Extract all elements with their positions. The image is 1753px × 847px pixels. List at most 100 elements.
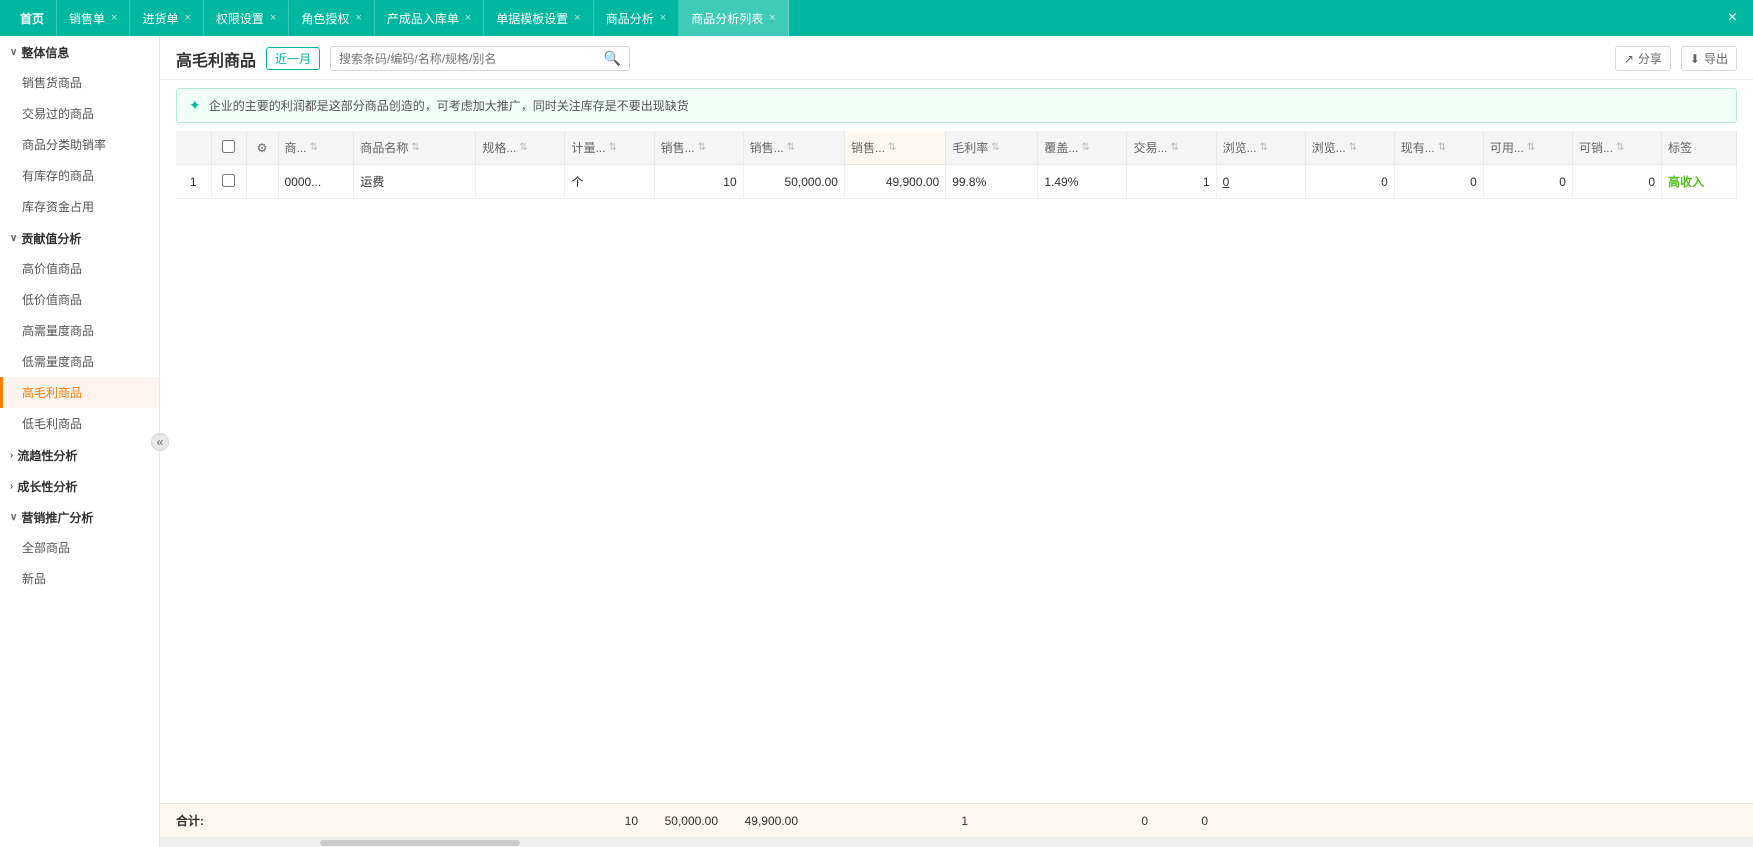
row-checkbox[interactable] — [222, 174, 235, 187]
col-row-num — [176, 131, 211, 165]
cell-current-stock: 0 — [1394, 165, 1483, 199]
col-unit[interactable]: 计量...⇅ — [565, 131, 654, 165]
col-settings[interactable]: ⚙ — [246, 131, 278, 165]
sidebar-collapse-button[interactable]: « — [151, 433, 169, 451]
scroll-thumb[interactable] — [320, 840, 520, 846]
table-footer: 合计: 10 50,000.00 49,900.00 1 0 0 — [160, 803, 1753, 837]
sidebar-item-goods-classification[interactable]: 商品分类助销率 — [0, 129, 159, 160]
footer-current-stock: 0 — [1088, 814, 1148, 828]
cell-browse2: 0 — [1305, 165, 1394, 199]
sort-icon-11: ⇅ — [1260, 142, 1268, 153]
sidebar-item-stock-capital[interactable]: 库存资金占用 — [0, 191, 159, 222]
col-browse1[interactable]: 浏览...⇅ — [1216, 131, 1305, 165]
sort-icon-7: ⇅ — [888, 142, 896, 153]
close-tab-sales-order[interactable]: × — [111, 12, 117, 24]
col-product-name[interactable]: 商品名称⇅ — [354, 131, 476, 165]
share-button[interactable]: ↗ 分享 — [1615, 46, 1671, 71]
sort-icon: ⇅ — [310, 142, 318, 153]
cell-spec — [476, 165, 565, 199]
col-sellable-stock[interactable]: 可销...⇅ — [1572, 131, 1661, 165]
col-gross-rate[interactable]: 毛利率⇅ — [946, 131, 1038, 165]
close-tab-product-analysis[interactable]: × — [660, 12, 666, 24]
info-banner: ✦ 企业的主要的利润都是这部分商品创造的，可考虑加大推广，同时关注库存是不要出现… — [176, 88, 1737, 123]
sidebar-group-growth-analysis[interactable]: › 成长性分析 — [0, 470, 159, 501]
col-sales-amount[interactable]: 销售...⇅ — [743, 131, 844, 165]
sidebar-item-all-goods[interactable]: 全部商品 — [0, 532, 159, 563]
sidebar-group-wealth-analysis[interactable]: ∨ 贡献值分析 — [0, 222, 159, 253]
select-all-checkbox[interactable] — [222, 140, 235, 153]
col-available-stock[interactable]: 可用...⇅ — [1483, 131, 1572, 165]
sidebar-item-low-demand-goods[interactable]: 低需量度商品 — [0, 346, 159, 377]
sort-icon-2: ⇅ — [411, 142, 419, 153]
cell-browse1[interactable]: 0 — [1216, 165, 1305, 199]
time-filter-button[interactable]: 近一月 — [266, 47, 320, 70]
horizontal-scrollbar[interactable] — [160, 837, 1753, 847]
sidebar-group-trend-analysis[interactable]: › 流趋性分析 — [0, 439, 159, 470]
close-tab-product-analysis-list[interactable]: × — [769, 12, 775, 24]
cell-row-num: 1 — [176, 165, 211, 199]
close-tab-role-permission[interactable]: × — [355, 12, 361, 24]
nav-tab-product-analysis-list[interactable]: 商品分析列表 × — [679, 0, 788, 36]
nav-tab-product-entry[interactable]: 产成品入库单 × — [375, 0, 484, 36]
sidebar-group-marketing-analysis[interactable]: ∨ 营销推广分析 — [0, 501, 159, 532]
main-layout: ∨ 整体信息 销售货商品 交易过的商品 商品分类助销率 有库存的商品 库存资金占… — [0, 36, 1753, 847]
footer-transactions: 1 — [918, 814, 968, 828]
footer-available-stock: 0 — [1148, 814, 1208, 828]
sidebar-item-traded-goods[interactable]: 交易过的商品 — [0, 98, 159, 129]
nav-tab-purchase-order[interactable]: 进货单 × — [130, 0, 203, 36]
sidebar-item-high-value-goods[interactable]: 高价值商品 — [0, 253, 159, 284]
footer-sales-qty: 10 — [588, 814, 638, 828]
sort-icon-4: ⇅ — [608, 142, 616, 153]
col-checkbox — [211, 131, 246, 165]
nav-tab-sales-order[interactable]: 销售单 × — [57, 0, 130, 36]
sort-icon-8: ⇅ — [991, 142, 999, 153]
cell-sales-amount: 50,000.00 — [743, 165, 844, 199]
col-browse2[interactable]: 浏览...⇅ — [1305, 131, 1394, 165]
sidebar-item-low-margin-goods[interactable]: 低毛利商品 — [0, 408, 159, 439]
sort-icon-10: ⇅ — [1170, 142, 1178, 153]
sidebar-item-new-goods[interactable]: 新品 — [0, 563, 159, 594]
nav-tab-role-permission[interactable]: 角色授权 × — [289, 0, 374, 36]
cell-product-code[interactable]: 0000... — [278, 165, 354, 199]
sidebar-group-overall-info[interactable]: ∨ 整体信息 — [0, 36, 159, 67]
sidebar-item-low-value-goods[interactable]: 低价值商品 — [0, 284, 159, 315]
col-sales-qty[interactable]: 销售...⇅ — [654, 131, 743, 165]
content-area: 高毛利商品 近一月 🔍 ↗ 分享 ⬇ 导出 ✦ 企业的主要的利润都是这部分商品创… — [160, 36, 1753, 847]
sort-icon-9: ⇅ — [1081, 142, 1089, 153]
cell-settings — [246, 165, 278, 199]
nav-tab-permission-settings[interactable]: 权限设置 × — [204, 0, 289, 36]
export-button[interactable]: ⬇ 导出 — [1681, 46, 1737, 71]
close-all-tabs-button[interactable]: × — [1720, 9, 1745, 27]
sidebar-item-sales-goods[interactable]: 销售货商品 — [0, 67, 159, 98]
cell-product-name: 运费 — [354, 165, 476, 199]
cell-coverage: 1.49% — [1038, 165, 1127, 199]
sidebar-item-high-demand-goods[interactable]: 高需量度商品 — [0, 315, 159, 346]
col-spec[interactable]: 规格...⇅ — [476, 131, 565, 165]
close-tab-purchase-order[interactable]: × — [184, 12, 190, 24]
sidebar-item-in-stock-goods[interactable]: 有库存的商品 — [0, 160, 159, 191]
col-sales-cost[interactable]: 销售...⇅ — [844, 131, 945, 165]
close-tab-product-entry[interactable]: × — [465, 12, 471, 24]
cell-tag: 高收入 — [1662, 165, 1737, 199]
chevron-right-icon-2: › — [10, 481, 13, 492]
search-icon[interactable]: 🔍 — [604, 50, 621, 67]
col-product-code[interactable]: 商...⇅ — [278, 131, 354, 165]
nav-tab-template-settings[interactable]: 单据模板设置 × — [484, 0, 593, 36]
close-tab-template-settings[interactable]: × — [574, 12, 580, 24]
top-navigation: 首页 销售单 × 进货单 × 权限设置 × 角色授权 × 产成品入库单 × 单据… — [0, 0, 1753, 36]
product-table-container: ⚙ 商...⇅ 商品名称⇅ 规格...⇅ 计量...⇅ — [160, 131, 1753, 803]
cell-sellable-stock: 0 — [1572, 165, 1661, 199]
col-coverage[interactable]: 覆盖...⇅ — [1038, 131, 1127, 165]
sort-icon-15: ⇅ — [1616, 142, 1624, 153]
sort-icon-13: ⇅ — [1438, 142, 1446, 153]
share-icon: ↗ — [1624, 52, 1634, 66]
col-transactions[interactable]: 交易...⇅ — [1127, 131, 1216, 165]
cell-transactions: 1 — [1127, 165, 1216, 199]
close-tab-permission-settings[interactable]: × — [270, 12, 276, 24]
col-current-stock[interactable]: 现有...⇅ — [1394, 131, 1483, 165]
sort-icon-6: ⇅ — [787, 142, 795, 153]
nav-tab-home[interactable]: 首页 — [8, 0, 57, 36]
sidebar-item-high-margin-goods[interactable]: 高毛利商品 — [0, 377, 159, 408]
search-input[interactable] — [339, 52, 599, 66]
nav-tab-product-analysis[interactable]: 商品分析 × — [594, 0, 679, 36]
